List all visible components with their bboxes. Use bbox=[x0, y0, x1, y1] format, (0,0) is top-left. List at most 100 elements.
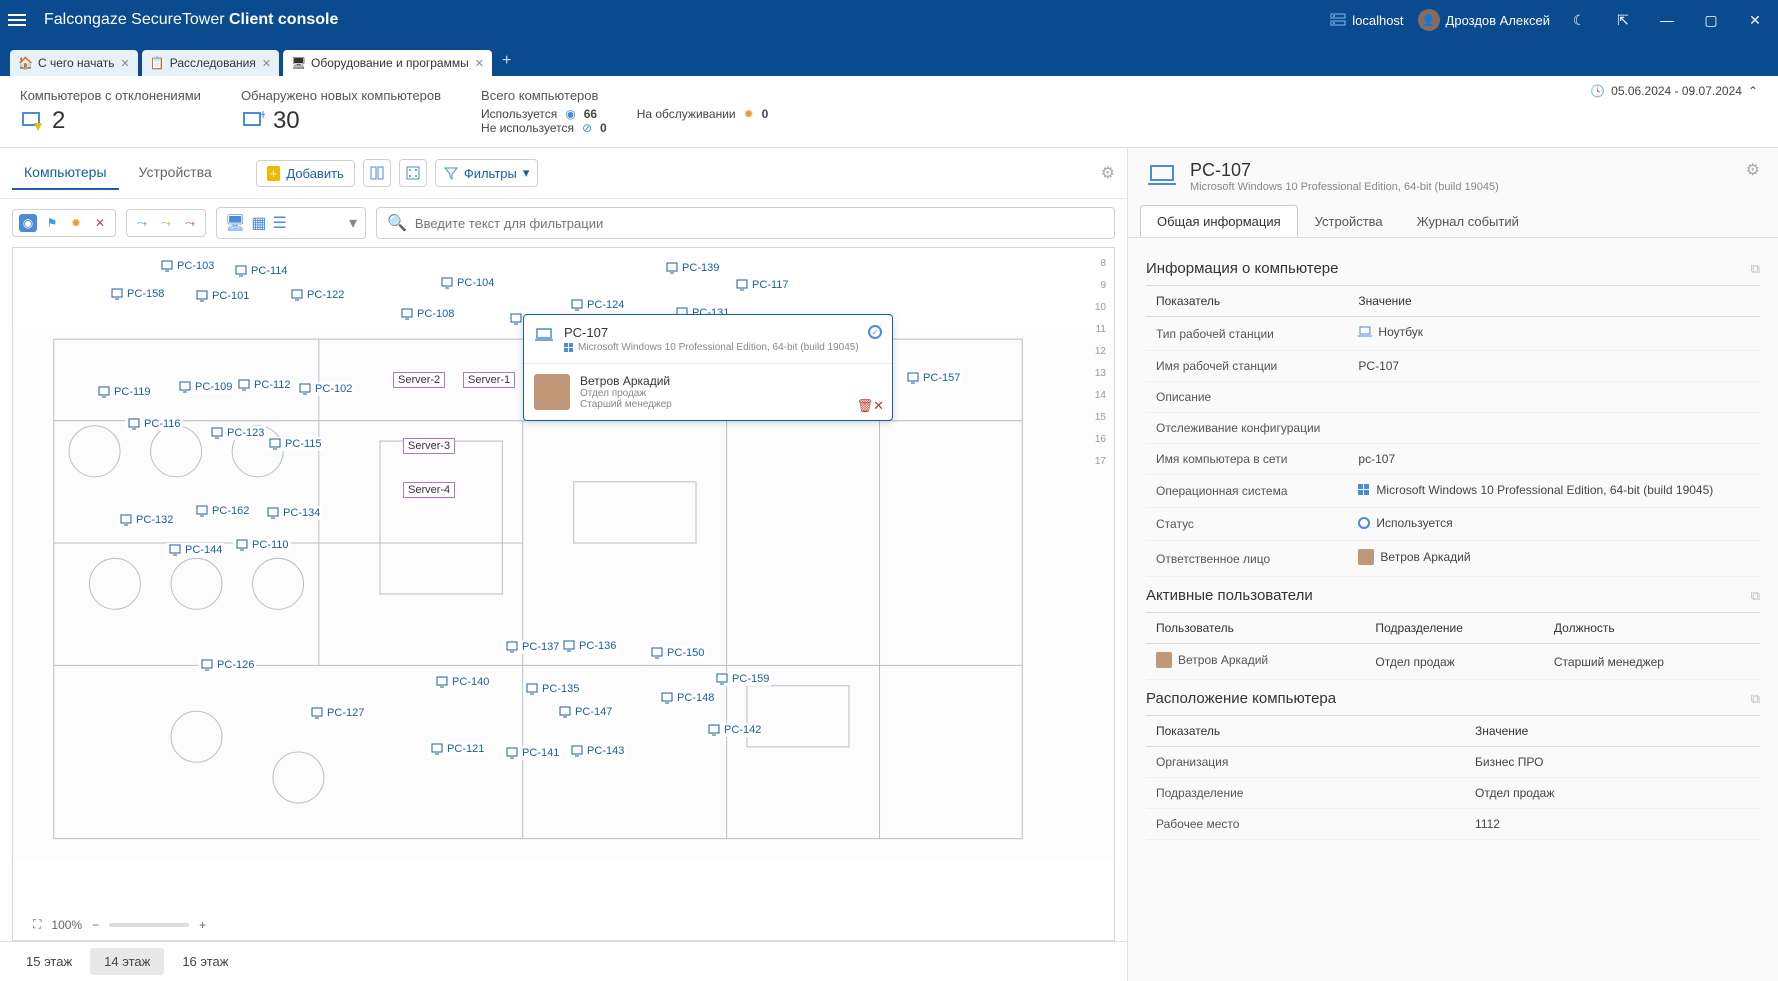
grid-icon: ▦ bbox=[251, 213, 266, 233]
filter-active-icon[interactable]: ◉ bbox=[19, 214, 37, 232]
pc-label[interactable]: PC-103 bbox=[158, 259, 216, 273]
pc-label[interactable]: PC-150 bbox=[648, 646, 706, 660]
pc-label[interactable]: PC-126 bbox=[198, 658, 256, 672]
pc-label[interactable]: PC-159 bbox=[713, 672, 771, 686]
detail-tab-general[interactable]: Общая информация bbox=[1140, 205, 1298, 237]
pc-label[interactable]: PC-127 bbox=[308, 706, 366, 720]
tree-warn-icon[interactable]: ⤳ bbox=[157, 214, 175, 232]
subtab-devices[interactable]: Устройства bbox=[127, 156, 224, 190]
svg-text:+: + bbox=[259, 109, 265, 122]
filter-remove-icon[interactable]: ✕ bbox=[91, 214, 109, 232]
pc-label[interactable]: PC-112 bbox=[235, 378, 293, 392]
pc-label[interactable]: PC-121 bbox=[428, 742, 486, 756]
floor-tab-15[interactable]: 15 этаж bbox=[12, 948, 86, 975]
pc-label[interactable]: PC-117 bbox=[733, 278, 791, 292]
pin-icon[interactable]: ⇱ bbox=[1608, 5, 1638, 35]
view-mode-dropdown[interactable]: 🖥 ▦ ☰ ▾ bbox=[216, 207, 366, 239]
zoom-slider[interactable] bbox=[109, 923, 189, 927]
add-button[interactable]: + Добавить bbox=[256, 160, 355, 187]
pc-label[interactable]: PC-148 bbox=[658, 691, 716, 705]
tooltip-delete-icon[interactable]: 🗑✕ bbox=[857, 398, 884, 414]
pc-label[interactable]: Server-4 bbox=[403, 482, 455, 498]
ruler-row: 17 bbox=[1095, 456, 1106, 467]
section-users-title: Активные пользователи bbox=[1146, 587, 1313, 604]
pc-label[interactable]: PC-115 bbox=[266, 437, 324, 451]
zoom-in-icon[interactable]: + bbox=[199, 918, 206, 932]
pc-label[interactable]: PC-134 bbox=[264, 506, 322, 520]
filter-service-icon[interactable]: ✹ bbox=[67, 214, 85, 232]
pc-label[interactable]: PC-137 bbox=[503, 640, 561, 654]
ruler-row: 9 bbox=[1100, 280, 1106, 291]
pc-label[interactable]: PC-109 bbox=[176, 380, 234, 394]
pc-label[interactable]: PC-136 bbox=[560, 639, 618, 653]
detail-tab-devices[interactable]: Устройства bbox=[1298, 205, 1400, 237]
pc-label[interactable]: PC-158 bbox=[108, 287, 166, 301]
pc-label[interactable]: PC-144 bbox=[166, 543, 224, 557]
pc-label[interactable]: PC-110 bbox=[233, 538, 291, 552]
pc-label[interactable]: PC-162 bbox=[193, 504, 251, 518]
pc-label[interactable]: PC-147 bbox=[556, 705, 614, 719]
pc-label[interactable]: Server-2 bbox=[393, 372, 445, 388]
hamburger-menu-icon[interactable] bbox=[8, 8, 32, 32]
tab-investigations[interactable]: 📋 Расследования ✕ bbox=[142, 50, 279, 76]
zoom-fit-icon[interactable]: ⛶ bbox=[33, 917, 41, 932]
pc-label[interactable]: PC-108 bbox=[398, 307, 456, 321]
search-input[interactable] bbox=[415, 216, 1104, 231]
detail-tab-events[interactable]: Журнал событий bbox=[1400, 205, 1536, 237]
section-info-title: Информация о компьютере bbox=[1146, 260, 1339, 277]
maximize-button[interactable]: ▢ bbox=[1696, 5, 1726, 35]
floor-plan[interactable]: 891011121314151617 PC-103 PC-114 PC-158 … bbox=[12, 247, 1115, 941]
tab-equipment[interactable]: 🖥 Оборудование и программы ✕ bbox=[283, 50, 492, 76]
pc-label[interactable]: PC-132 bbox=[117, 513, 175, 527]
laptop-icon bbox=[534, 325, 554, 345]
pc-label[interactable]: Server-1 bbox=[463, 372, 515, 388]
tab-getting-started[interactable]: 🏠 С чего начать ✕ bbox=[10, 50, 138, 76]
minimize-button[interactable]: — bbox=[1652, 5, 1682, 35]
pc-label[interactable]: PC-123 bbox=[208, 426, 266, 440]
pc-label[interactable]: PC-102 bbox=[296, 382, 354, 396]
pc-label[interactable]: PC-119 bbox=[95, 385, 153, 399]
tab-close-icon[interactable]: ✕ bbox=[475, 57, 484, 70]
home-icon: 🏠 bbox=[18, 56, 32, 70]
add-tab-button[interactable]: + bbox=[496, 46, 517, 76]
chevron-up-icon[interactable]: ⌃ bbox=[1748, 84, 1758, 98]
pc-label[interactable]: PC-122 bbox=[288, 288, 346, 302]
gear-icon[interactable]: ⚙ bbox=[1101, 163, 1115, 183]
current-user[interactable]: 👤 Дроздов Алексей bbox=[1418, 9, 1550, 31]
pc-label[interactable]: PC-114 bbox=[232, 264, 290, 278]
tree-del-icon[interactable]: ⤳ bbox=[181, 214, 199, 232]
server-host[interactable]: localhost bbox=[1330, 12, 1403, 28]
tree-expand-icon[interactable]: ⤳ bbox=[133, 214, 151, 232]
pc-label[interactable]: PC-104 bbox=[438, 276, 496, 290]
subtab-computers[interactable]: Компьютеры bbox=[12, 156, 119, 190]
tab-close-icon[interactable]: ✕ bbox=[121, 57, 130, 70]
filter-flag-icon[interactable]: ⚑ bbox=[43, 214, 61, 232]
view-grid-button[interactable] bbox=[399, 159, 427, 187]
pc-label[interactable]: PC-135 bbox=[523, 682, 581, 696]
copy-icon[interactable]: ⧉ bbox=[1751, 691, 1760, 707]
pc-label[interactable]: PC-142 bbox=[705, 723, 763, 737]
pc-label[interactable]: PC-139 bbox=[663, 261, 721, 275]
pc-label[interactable]: PC-141 bbox=[503, 746, 561, 760]
pc-label[interactable]: PC-116 bbox=[125, 417, 183, 431]
pc-label[interactable]: PC-143 bbox=[568, 744, 626, 758]
date-range[interactable]: 🕓 05.06.2024 - 09.07.2024 ⌃ bbox=[1590, 84, 1758, 98]
tree-filter-group: ⤳ ⤳ ⤳ bbox=[126, 209, 206, 237]
moon-icon[interactable]: ☾ bbox=[1564, 5, 1594, 35]
view-list-button[interactable] bbox=[363, 159, 391, 187]
close-button[interactable]: ✕ bbox=[1740, 5, 1770, 35]
floor-tab-14[interactable]: 14 этаж bbox=[90, 948, 164, 975]
gear-icon[interactable]: ⚙ bbox=[1746, 160, 1760, 180]
tab-close-icon[interactable]: ✕ bbox=[262, 57, 271, 70]
pc-label[interactable]: PC-140 bbox=[433, 675, 491, 689]
pc-label[interactable]: PC-157 bbox=[904, 371, 962, 385]
floor-tab-16[interactable]: 16 этаж bbox=[168, 948, 242, 975]
pc-label[interactable]: PC-101 bbox=[193, 289, 251, 303]
copy-icon[interactable]: ⧉ bbox=[1751, 261, 1760, 277]
filters-button[interactable]: Фильтры ▾ bbox=[435, 159, 539, 187]
zoom-out-icon[interactable]: − bbox=[92, 918, 99, 932]
pc-label[interactable]: PC-124 bbox=[568, 298, 626, 312]
pc-label[interactable]: Server-3 bbox=[403, 438, 455, 454]
summary-deviations-value: 2 bbox=[52, 107, 65, 135]
copy-icon[interactable]: ⧉ bbox=[1751, 588, 1760, 604]
